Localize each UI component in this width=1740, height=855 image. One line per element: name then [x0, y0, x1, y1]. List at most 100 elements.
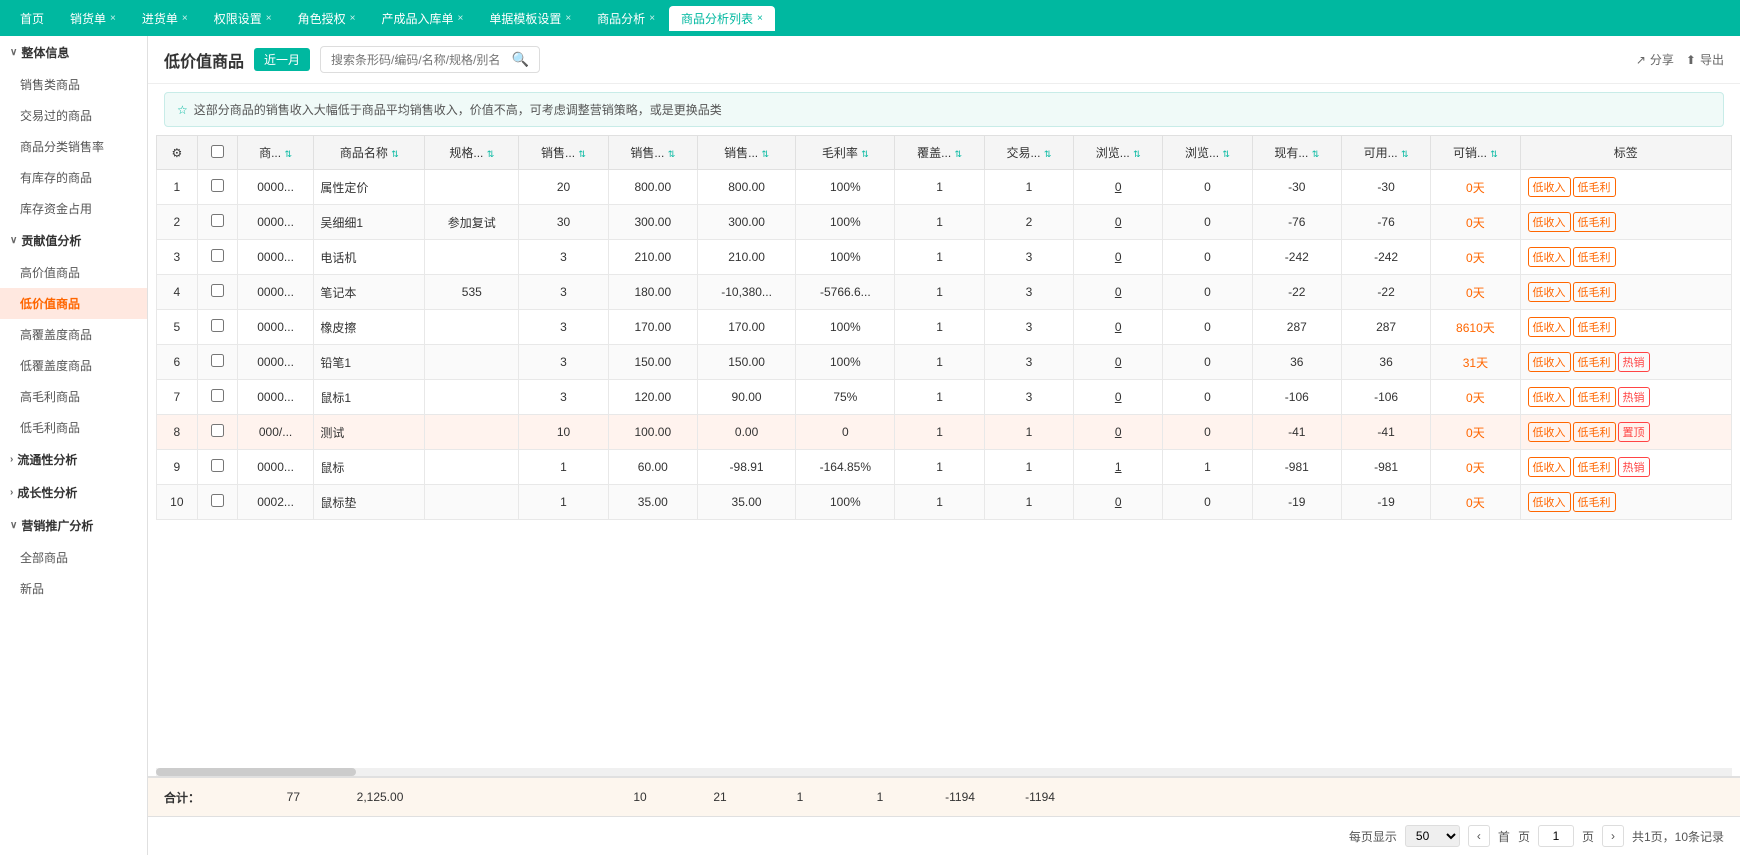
- gear-column-header[interactable]: ⚙: [157, 136, 198, 170]
- name-column-header[interactable]: 商品名称 ⇅: [314, 136, 425, 170]
- search-icon[interactable]: 🔍: [512, 51, 529, 68]
- code-column-header[interactable]: 商... ⇅: [237, 136, 314, 170]
- row-name[interactable]: 吴细细1: [314, 205, 425, 240]
- row-checkbox[interactable]: [211, 424, 224, 437]
- close-role-auth-icon[interactable]: ×: [350, 13, 356, 24]
- sidebar-item-high-value[interactable]: 高价值商品: [0, 257, 147, 288]
- row-checkbox[interactable]: [211, 389, 224, 402]
- sidebar-item-all-goods[interactable]: 全部商品: [0, 542, 147, 573]
- tag-badge[interactable]: 热销: [1618, 352, 1650, 372]
- scrollbar-thumb[interactable]: [156, 768, 356, 776]
- sidebar-section-contribution[interactable]: ∨ 贡献值分析: [0, 224, 147, 257]
- tag-badge[interactable]: 低毛利: [1573, 492, 1616, 512]
- sort-view2-icon[interactable]: ⇅: [1222, 149, 1230, 159]
- share-button[interactable]: ↗ 分享: [1636, 51, 1674, 68]
- saleable-column-header[interactable]: 可销... ⇅: [1431, 136, 1520, 170]
- row-checkbox-cell[interactable]: [197, 415, 237, 450]
- row-checkbox[interactable]: [211, 494, 224, 507]
- tag-badge[interactable]: 低毛利: [1573, 317, 1616, 337]
- current-column-header[interactable]: 现有... ⇅: [1252, 136, 1341, 170]
- view1-column-header[interactable]: 浏览... ⇅: [1074, 136, 1163, 170]
- tag-badge[interactable]: 低收入: [1528, 387, 1571, 407]
- close-analysis-list-icon[interactable]: ×: [757, 13, 763, 24]
- row-name[interactable]: 鼠标1: [314, 380, 425, 415]
- view1-link[interactable]: 0: [1115, 285, 1122, 299]
- row-checkbox-cell[interactable]: [197, 240, 237, 275]
- time-filter-button[interactable]: 近一月: [254, 48, 310, 71]
- view1-link[interactable]: 0: [1115, 425, 1122, 439]
- tag-badge[interactable]: 低毛利: [1573, 422, 1616, 442]
- view1-link[interactable]: 0: [1115, 215, 1122, 229]
- row-name[interactable]: 电话机: [314, 240, 425, 275]
- row-view1[interactable]: 0: [1074, 380, 1163, 415]
- sidebar-item-traded-goods[interactable]: 交易过的商品: [0, 100, 147, 131]
- nav-permissions[interactable]: 权限设置 ×: [202, 6, 284, 31]
- row-checkbox-cell[interactable]: [197, 275, 237, 310]
- view1-link[interactable]: 0: [1115, 320, 1122, 334]
- sidebar-item-new-goods[interactable]: 新品: [0, 573, 147, 604]
- tag-badge[interactable]: 低收入: [1528, 352, 1571, 372]
- view1-link[interactable]: 0: [1115, 495, 1122, 509]
- row-checkbox[interactable]: [211, 249, 224, 262]
- row-name[interactable]: 橡皮擦: [314, 310, 425, 345]
- tag-badge[interactable]: 低收入: [1528, 492, 1571, 512]
- row-checkbox[interactable]: [211, 319, 224, 332]
- amount1-column-header[interactable]: 销售... ⇅: [608, 136, 697, 170]
- sort-margin-icon[interactable]: ⇅: [861, 149, 869, 159]
- row-name[interactable]: 笔记本: [314, 275, 425, 310]
- close-purchase-order-icon[interactable]: ×: [182, 13, 188, 24]
- row-checkbox-cell[interactable]: [197, 485, 237, 520]
- row-view1[interactable]: 1: [1074, 450, 1163, 485]
- tag-badge[interactable]: 低毛利: [1573, 177, 1616, 197]
- row-view1[interactable]: 0: [1074, 275, 1163, 310]
- row-checkbox-cell[interactable]: [197, 310, 237, 345]
- row-checkbox[interactable]: [211, 459, 224, 472]
- sort-amount2-icon[interactable]: ⇅: [761, 149, 769, 159]
- row-name[interactable]: 属性定价: [314, 170, 425, 205]
- select-all-checkbox[interactable]: [211, 145, 224, 158]
- sort-code-icon[interactable]: ⇅: [284, 149, 292, 159]
- tag-badge[interactable]: 低毛利: [1573, 352, 1616, 372]
- row-checkbox[interactable]: [211, 214, 224, 227]
- nav-template-settings[interactable]: 单据模板设置 ×: [477, 6, 583, 31]
- per-page-select[interactable]: 50 100: [1405, 825, 1460, 847]
- nav-sales-order[interactable]: 销货单 ×: [58, 6, 128, 31]
- row-view1[interactable]: 0: [1074, 170, 1163, 205]
- row-checkbox-cell[interactable]: [197, 205, 237, 240]
- horizontal-scrollbar[interactable]: [156, 768, 1732, 776]
- row-view1[interactable]: 0: [1074, 415, 1163, 450]
- available-column-header[interactable]: 可用... ⇅: [1341, 136, 1430, 170]
- tag-badge[interactable]: 低收入: [1528, 422, 1571, 442]
- row-name[interactable]: 测试: [314, 415, 425, 450]
- tag-badge[interactable]: 低收入: [1528, 212, 1571, 232]
- sort-available-icon[interactable]: ⇅: [1401, 149, 1409, 159]
- row-checkbox[interactable]: [211, 284, 224, 297]
- sidebar-item-high-margin[interactable]: 高毛利商品: [0, 381, 147, 412]
- sidebar-item-low-coverage[interactable]: 低覆盖度商品: [0, 350, 147, 381]
- sidebar-item-low-margin[interactable]: 低毛利商品: [0, 412, 147, 443]
- sort-current-icon[interactable]: ⇅: [1312, 149, 1320, 159]
- sidebar-item-low-value[interactable]: 低价值商品: [0, 288, 147, 319]
- sidebar-item-sales-goods[interactable]: 销售类商品: [0, 69, 147, 100]
- tag-badge[interactable]: 低毛利: [1573, 212, 1616, 232]
- row-name[interactable]: 鼠标: [314, 450, 425, 485]
- row-checkbox[interactable]: [211, 179, 224, 192]
- amount2-column-header[interactable]: 销售... ⇅: [697, 136, 795, 170]
- export-button[interactable]: ⬆ 导出: [1686, 51, 1724, 68]
- row-view1[interactable]: 0: [1074, 485, 1163, 520]
- gear-icon[interactable]: ⚙: [171, 146, 182, 160]
- coverage-column-header[interactable]: 覆盖... ⇅: [895, 136, 984, 170]
- view1-link[interactable]: 1: [1115, 460, 1122, 474]
- nav-product-analysis[interactable]: 商品分析 ×: [585, 6, 667, 31]
- sort-saleable-icon[interactable]: ⇅: [1490, 149, 1498, 159]
- view2-column-header[interactable]: 浏览... ⇅: [1163, 136, 1252, 170]
- view1-link[interactable]: 0: [1115, 390, 1122, 404]
- next-page-button[interactable]: ›: [1602, 825, 1624, 847]
- page-number-input[interactable]: [1538, 825, 1574, 847]
- row-view1[interactable]: 0: [1074, 310, 1163, 345]
- spec-column-header[interactable]: 规格... ⇅: [425, 136, 519, 170]
- tag-badge[interactable]: 低毛利: [1573, 282, 1616, 302]
- sidebar-section-liquidity[interactable]: › 流通性分析: [0, 443, 147, 476]
- close-template-icon[interactable]: ×: [565, 13, 571, 24]
- close-product-warehouse-icon[interactable]: ×: [457, 13, 463, 24]
